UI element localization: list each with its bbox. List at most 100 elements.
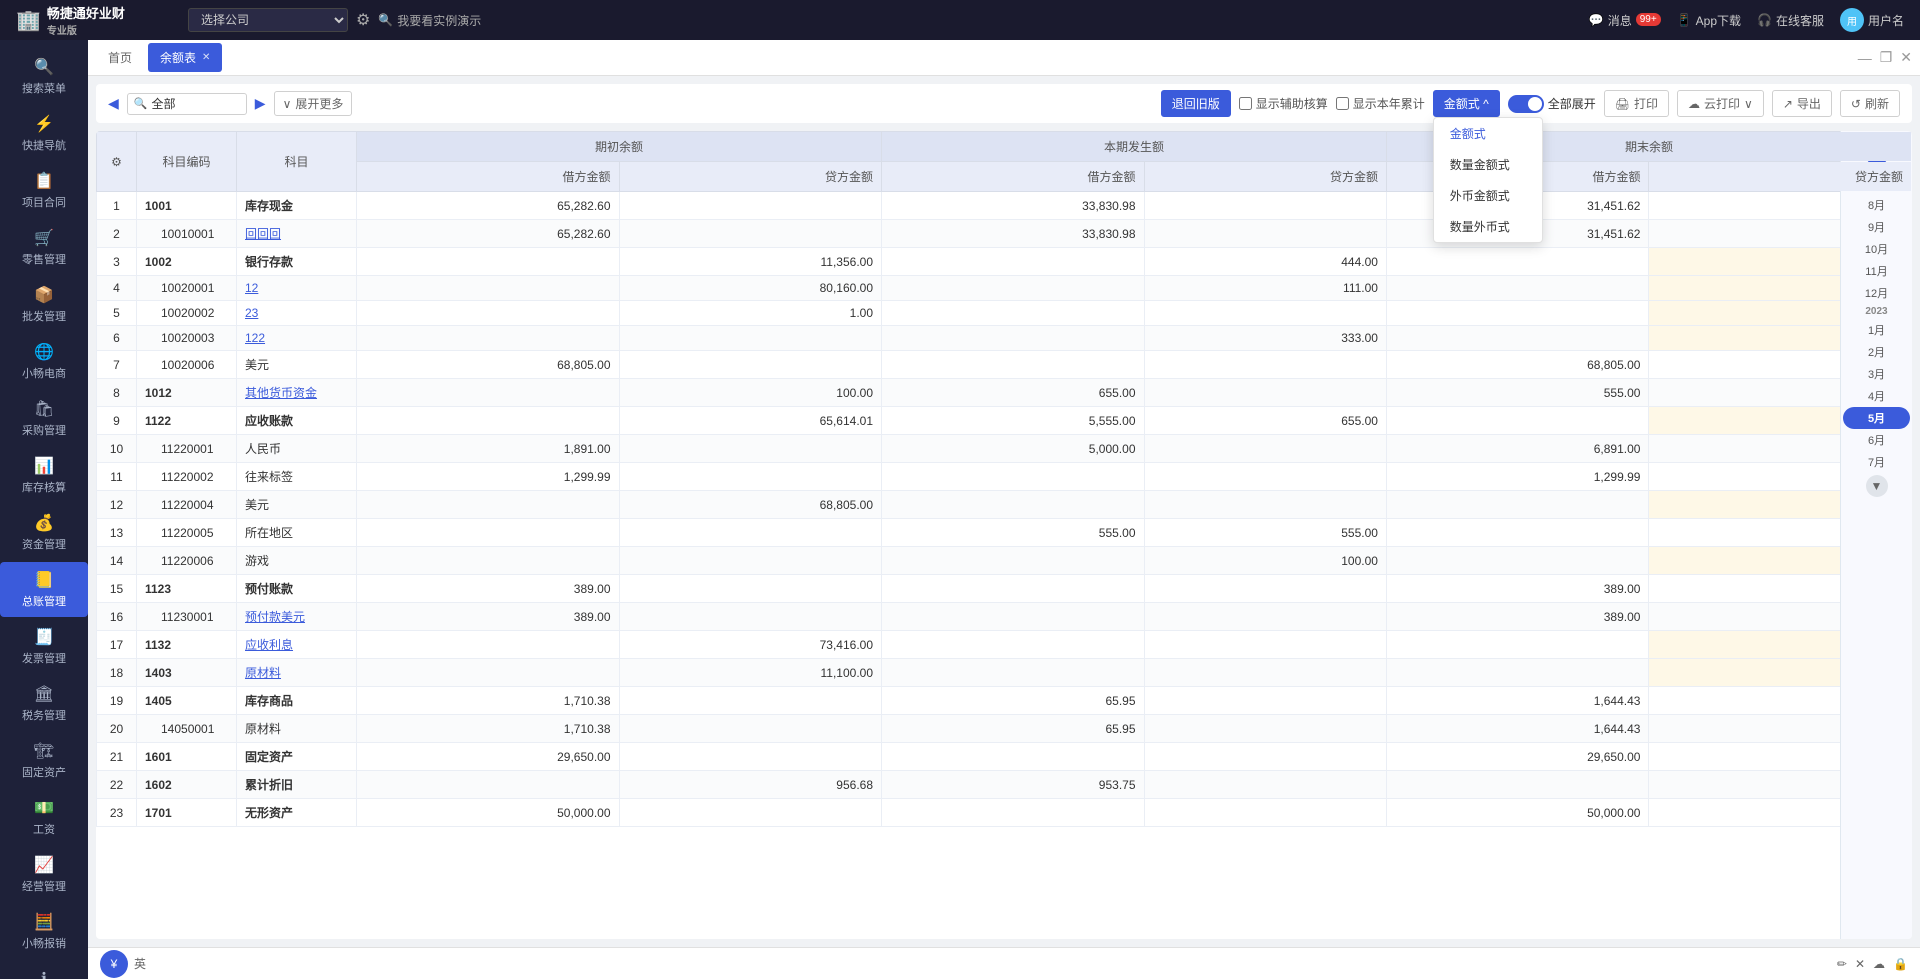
amount-mode-btn[interactable]: 金额式 ^ xyxy=(1433,90,1500,117)
subject-link[interactable]: 23 xyxy=(245,306,258,320)
period-12[interactable]: 12月 xyxy=(1843,282,1910,304)
sidebar-item-retail[interactable]: 🛒 零售管理 xyxy=(0,220,88,275)
cell-curr-credit xyxy=(1144,351,1386,379)
refresh-icon: ↺ xyxy=(1851,97,1861,111)
cell-code: 10020006 xyxy=(137,351,237,379)
cell-subject[interactable]: 预付款美元 xyxy=(237,603,357,631)
cell-curr-debit xyxy=(882,799,1145,827)
cell-subject[interactable]: 回回回 xyxy=(237,220,357,248)
main-layout: 🔍 搜索菜单 ⚡ 快捷导航 📋 项目合同 🛒 零售管理 📦 批发管理 🌐 小畅电… xyxy=(0,40,1920,979)
subject-link[interactable]: 原材料 xyxy=(245,666,281,680)
sidebar-item-sales-report[interactable]: 🧮 小畅报销 xyxy=(0,904,88,959)
period-9[interactable]: 9月 xyxy=(1843,216,1910,238)
nav-right-icon[interactable]: ▶ xyxy=(255,95,266,112)
cell-subject[interactable]: 122 xyxy=(237,326,357,351)
period-3[interactable]: 3月 xyxy=(1843,363,1910,385)
cell-subject: 人民币 xyxy=(237,435,357,463)
dropdown-item-qty-foreign[interactable]: 数量外币式 xyxy=(1434,211,1542,242)
sidebar-item-invoice[interactable]: 🧾 发票管理 xyxy=(0,619,88,674)
cell-subject[interactable]: 23 xyxy=(237,301,357,326)
sidebar-item-wholesale[interactable]: 📦 批发管理 xyxy=(0,277,88,332)
expand-more-btn[interactable]: ∨ 展开更多 xyxy=(274,91,353,116)
period-6[interactable]: 6月 xyxy=(1843,429,1910,451)
sidebar-item-assets[interactable]: 🏗 固定资产 xyxy=(0,733,88,788)
app-download-btn[interactable]: 📱 App下载 xyxy=(1677,12,1741,29)
sidebar-label-purchase: 采购管理 xyxy=(22,422,66,438)
demo-link[interactable]: 🔍 我要看实例演示 xyxy=(378,12,481,29)
lock-icon-bar[interactable]: 🔒 xyxy=(1893,957,1908,971)
subject-link[interactable]: 其他货币资金 xyxy=(245,386,317,400)
cell-code: 1002 xyxy=(137,248,237,276)
currency-btn[interactable]: ¥ xyxy=(100,950,128,978)
period-5-active[interactable]: 5月 xyxy=(1843,407,1910,429)
dropdown-item-amount[interactable]: 金额式 xyxy=(1434,118,1542,149)
period-7[interactable]: 7月 xyxy=(1843,451,1910,473)
gear-icon[interactable]: ⚙ xyxy=(356,10,370,30)
sidebar-item-quick-nav[interactable]: ⚡ 快捷导航 xyxy=(0,106,88,161)
restore-btn[interactable]: ❐ xyxy=(1880,49,1893,66)
sidebar-item-project[interactable]: 📋 项目合同 xyxy=(0,163,88,218)
return-old-btn[interactable]: 退回旧版 xyxy=(1161,90,1231,117)
sidebar-item-capital[interactable]: 💰 资金管理 xyxy=(0,505,88,560)
sidebar-item-search[interactable]: 🔍 搜索菜单 xyxy=(0,49,88,104)
subject-link[interactable]: 应收利息 xyxy=(245,638,293,652)
annual-check[interactable] xyxy=(1336,97,1349,110)
cell-subject[interactable]: 其他货币资金 xyxy=(237,379,357,407)
online-service-btn[interactable]: 🎧 在线客服 xyxy=(1757,12,1824,29)
close-icon-bar[interactable]: ✕ xyxy=(1855,957,1865,971)
subject-link[interactable]: 回回回 xyxy=(245,227,281,241)
debit-credit-check[interactable] xyxy=(1239,97,1252,110)
col-close-credit-th: 贷方金额 xyxy=(1649,162,1912,192)
period-2[interactable]: 2月 xyxy=(1843,341,1910,363)
sidebar-item-purchase[interactable]: 🛍 采购管理 xyxy=(0,391,88,446)
settings-icon-th[interactable]: ⚙ xyxy=(111,155,122,169)
print-btn[interactable]: 🖨 打印 xyxy=(1604,90,1669,117)
company-select[interactable]: 选择公司 xyxy=(188,8,348,32)
edit-icon[interactable]: ✏ xyxy=(1837,957,1847,971)
period-10[interactable]: 10月 xyxy=(1843,238,1910,260)
cell-subject[interactable]: 12 xyxy=(237,276,357,301)
export-btn[interactable]: ↗ 导出 xyxy=(1772,90,1832,117)
period-11[interactable]: 11月 xyxy=(1843,260,1910,282)
user-avatar[interactable]: 用 用户名 xyxy=(1840,8,1904,32)
cloud-print-btn[interactable]: ☁ 云打印 ∨ xyxy=(1677,90,1764,117)
cell-subject[interactable]: 应收利息 xyxy=(237,631,357,659)
sidebar-item-inventory[interactable]: 📊 库存核算 xyxy=(0,448,88,503)
close-window-btn[interactable]: ✕ xyxy=(1900,49,1912,66)
search-input[interactable] xyxy=(151,97,231,111)
sidebar-item-ledger[interactable]: 📒 总账管理 xyxy=(0,562,88,617)
period-4[interactable]: 4月 xyxy=(1843,385,1910,407)
period-8[interactable]: 8月 xyxy=(1843,194,1910,216)
refresh-btn[interactable]: ↺ 刷新 xyxy=(1840,90,1900,117)
sidebar-item-tax[interactable]: 🏛 税务管理 xyxy=(0,676,88,731)
cell-open-debit xyxy=(357,491,620,519)
sidebar-item-basic-info[interactable]: ℹ 基础信息 xyxy=(0,961,88,979)
sidebar-item-payroll[interactable]: 💵 工资 xyxy=(0,790,88,845)
dropdown-foreign-label: 外币金额式 xyxy=(1450,189,1510,203)
cell-curr-credit: 444.00 xyxy=(1144,248,1386,276)
minimize-btn[interactable]: — xyxy=(1858,50,1872,66)
dropdown-item-qty-amount[interactable]: 数量金额式 xyxy=(1434,149,1542,180)
cell-curr-debit: 555.00 xyxy=(882,519,1145,547)
sidebar-item-operations[interactable]: 📈 经营管理 xyxy=(0,847,88,902)
subject-link[interactable]: 12 xyxy=(245,281,258,295)
subject-link[interactable]: 122 xyxy=(245,331,265,345)
cell-curr-credit: 655.00 xyxy=(1144,407,1386,435)
period-1[interactable]: 1月 xyxy=(1843,319,1910,341)
cell-curr-debit xyxy=(882,603,1145,631)
cloud-icon-bar[interactable]: ☁ xyxy=(1873,957,1885,971)
subject-link[interactable]: 预付款美元 xyxy=(245,610,305,624)
tab-close-icon[interactable]: ✕ xyxy=(202,52,210,63)
sidebar-item-ecommerce[interactable]: 🌐 小畅电商 xyxy=(0,334,88,389)
nav-left-icon[interactable]: ◀ xyxy=(108,95,119,112)
show-annual-checkbox[interactable]: 显示本年累计 xyxy=(1336,95,1425,112)
toggle-track[interactable] xyxy=(1508,95,1544,113)
tab-balance[interactable]: 余额表 ✕ xyxy=(148,43,222,72)
lang-btn[interactable]: 英 xyxy=(134,955,146,972)
tab-home[interactable]: 首页 xyxy=(96,43,144,72)
period-down-btn[interactable]: ▼ xyxy=(1866,475,1888,497)
messages-btn[interactable]: 💬 消息 99+ xyxy=(1589,12,1661,29)
dropdown-item-foreign-amount[interactable]: 外币金额式 xyxy=(1434,180,1542,211)
cell-subject[interactable]: 原材料 xyxy=(237,659,357,687)
show-debit-credit-checkbox[interactable]: 显示辅助核算 xyxy=(1239,95,1328,112)
